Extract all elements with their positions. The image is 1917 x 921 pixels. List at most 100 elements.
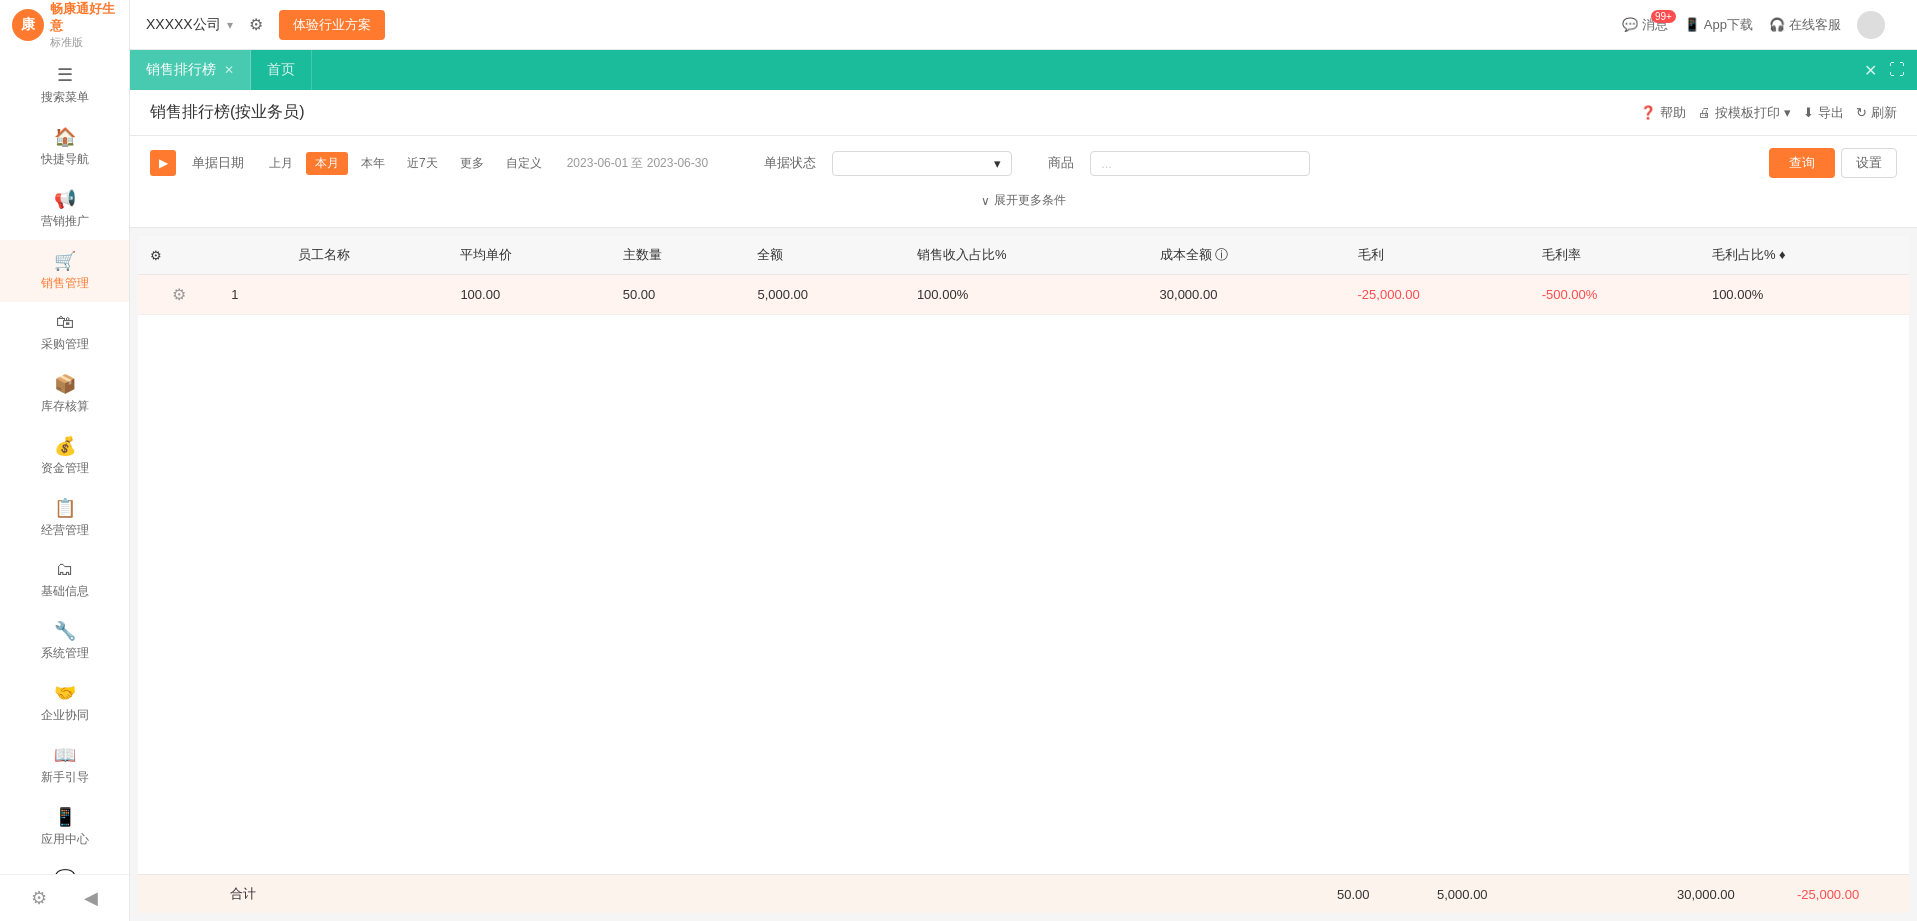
chevron-down-icon: ▾ bbox=[227, 18, 233, 32]
sidebar-item-enterprise[interactable]: 🤝 企业协同 bbox=[0, 672, 129, 734]
sidebar-icon-app-center: 📱 bbox=[54, 806, 76, 828]
print-icon: 🖨 bbox=[1698, 105, 1711, 120]
expand-more-button[interactable]: ∨ 展开更多条件 bbox=[975, 186, 1072, 215]
logo-icon: 康 bbox=[12, 9, 44, 41]
refresh-icon: ↻ bbox=[1856, 105, 1867, 120]
table-wrapper: ⚙员工名称平均单价主数量全额销售收入占比%成本全额 ⓘ毛利毛利率毛利占比% ♦⚙… bbox=[138, 236, 1909, 874]
template-print-button[interactable]: 🖨 按模板打印 ▾ bbox=[1698, 104, 1791, 122]
sidebar-item-basic-info[interactable]: 🗂基础信息 bbox=[0, 549, 129, 610]
sidebar-icon-basic-info: 🗂 bbox=[56, 559, 74, 580]
header: XXXXX公司 ▾ ⚙ 体验行业方案 💬 消息 99+ 📱 App下载 🎧 在线… bbox=[130, 0, 1917, 50]
status-chevron-icon: ▾ bbox=[994, 156, 1001, 171]
header-gear-icon[interactable]: ⚙ bbox=[245, 11, 267, 38]
goods-input[interactable]: ... bbox=[1090, 151, 1310, 176]
col-header-gross: 毛利 bbox=[1346, 236, 1530, 275]
date-tab-上月[interactable]: 上月 bbox=[260, 152, 302, 175]
app-download-button[interactable]: 📱 App下载 bbox=[1684, 16, 1753, 34]
row-settings-icon[interactable]: ⚙ bbox=[138, 275, 219, 315]
sidebar-item-marketing[interactable]: 📢营销推广 bbox=[0, 178, 129, 240]
sidebar-item-guide[interactable]: 📖 新手引导 bbox=[0, 734, 129, 796]
sidebar-item-system[interactable]: 🔧系统管理 bbox=[0, 610, 129, 672]
phone-icon: 📱 bbox=[1684, 17, 1700, 32]
export-icon: ⬇ bbox=[1803, 105, 1814, 120]
query-button[interactable]: 查询 bbox=[1769, 148, 1835, 178]
date-tab-本月[interactable]: 本月 bbox=[306, 152, 348, 175]
footer-label: 合计 bbox=[230, 885, 256, 903]
col-header-gross_rate: 毛利率 bbox=[1530, 236, 1700, 275]
help-button[interactable]: ❓ 帮助 bbox=[1640, 104, 1686, 122]
sidebar-menu: ☰搜索菜单🏠快捷导航📢营销推广🛒销售管理🛍采购管理📦库存核算💰资金管理📋经营管理… bbox=[0, 50, 129, 874]
online-service-button[interactable]: 🎧 在线客服 bbox=[1769, 16, 1841, 34]
filter-row-1: ▶ 单据日期 上月本月本年近7天更多自定义 2023-06-01 至 2023-… bbox=[150, 148, 1897, 178]
avatar[interactable] bbox=[1857, 11, 1885, 39]
sidebar-item-search-order[interactable]: ☰搜索菜单 bbox=[0, 54, 129, 116]
sidebar-item-quick-nav[interactable]: 🏠快捷导航 bbox=[0, 116, 129, 178]
export-button[interactable]: ⬇ 导出 bbox=[1803, 104, 1844, 122]
date-tab-自定义[interactable]: 自定义 bbox=[497, 152, 551, 175]
sidebar-icon-sales: 🛒 bbox=[54, 250, 76, 272]
headset-icon: 🎧 bbox=[1769, 17, 1785, 32]
filter-settings-button[interactable]: 设置 bbox=[1841, 148, 1897, 178]
col-header-sales_pct: 销售收入占比% bbox=[905, 236, 1148, 275]
col-header-amount: 全额 bbox=[745, 236, 904, 275]
sidebar-item-inventory[interactable]: 📦库存核算 bbox=[0, 363, 129, 425]
tab-close-sales-rank[interactable]: ✕ bbox=[224, 63, 234, 77]
logo: 康 畅康通好生意 标准版 bbox=[0, 0, 129, 50]
sidebar-icon-finance: 💰 bbox=[54, 435, 76, 457]
sidebar-icon-search-order: ☰ bbox=[57, 64, 73, 86]
page-title: 销售排行榜(按业务员) bbox=[150, 102, 305, 123]
sidebar-item-operations[interactable]: 📋经营管理 bbox=[0, 487, 129, 549]
status-label: 单据状态 bbox=[764, 154, 816, 172]
sidebar-item-purchase[interactable]: 🛍采购管理 bbox=[0, 302, 129, 363]
company-selector[interactable]: XXXXX公司 ▾ bbox=[146, 16, 233, 34]
message-button[interactable]: 💬 消息 99+ bbox=[1622, 16, 1668, 34]
date-tabs: 上月本月本年近7天更多自定义 bbox=[260, 152, 551, 175]
col-header-gross_pct: 毛利占比% ♦ bbox=[1700, 236, 1909, 275]
refresh-button[interactable]: ↻ 刷新 bbox=[1856, 104, 1897, 122]
sidebar-label-guide: 新手引导 bbox=[41, 769, 89, 786]
maximize-icon[interactable]: ⛶ bbox=[1889, 61, 1905, 79]
col-header-rank bbox=[219, 236, 286, 275]
sidebar-item-finance[interactable]: 💰资金管理 bbox=[0, 425, 129, 487]
sidebar: 康 畅康通好生意 标准版 ☰搜索菜单🏠快捷导航📢营销推广🛒销售管理🛍采购管理📦库… bbox=[0, 0, 130, 921]
date-tab-近7天[interactable]: 近7天 bbox=[398, 152, 447, 175]
row-gross-pct: 100.00% bbox=[1700, 275, 1909, 315]
sidebar-icon-quick-nav: 🏠 bbox=[54, 126, 76, 148]
sidebar-icon-operations: 📋 bbox=[54, 497, 76, 519]
content: 销售排行榜(按业务员) ❓ 帮助 🖨 按模板打印 ▾ ⬇ 导出 bbox=[130, 90, 1917, 921]
goods-label: 商品 bbox=[1048, 154, 1074, 172]
header-right: 💬 消息 99+ 📱 App下载 🎧 在线客服 bbox=[1622, 11, 1901, 39]
row-cost-amount: 30,000.00 bbox=[1148, 275, 1346, 315]
sidebar-item-app-center[interactable]: 📱应用中心 bbox=[0, 796, 129, 858]
row-main-qty: 50.00 bbox=[611, 275, 746, 315]
tab-home[interactable]: 首页 bbox=[251, 50, 312, 90]
status-select[interactable]: ▾ bbox=[832, 151, 1012, 176]
sidebar-settings-icon[interactable]: ⚙ bbox=[31, 887, 47, 909]
sidebar-icon-marketing: 📢 bbox=[54, 188, 76, 210]
sidebar-bottom: ⚙ ◀ bbox=[0, 874, 129, 921]
footer-cost-amount: 30,000.00 bbox=[1677, 887, 1777, 902]
col-header-main_qty: 主数量 bbox=[611, 236, 746, 275]
date-tab-本年[interactable]: 本年 bbox=[352, 152, 394, 175]
sidebar-collapse-icon[interactable]: ◀ bbox=[84, 887, 98, 909]
col-header-settings: ⚙ bbox=[138, 236, 219, 275]
filter-toggle-btn[interactable]: ▶ bbox=[150, 150, 176, 176]
close-tab-icon[interactable]: ✕ bbox=[1864, 61, 1877, 80]
table-area: ⚙员工名称平均单价主数量全额销售收入占比%成本全额 ⓘ毛利毛利率毛利占比% ♦⚙… bbox=[138, 236, 1909, 913]
data-table: ⚙员工名称平均单价主数量全额销售收入占比%成本全额 ⓘ毛利毛利率毛利占比% ♦⚙… bbox=[138, 236, 1909, 315]
sidebar-item-sales[interactable]: 🛒销售管理 bbox=[0, 240, 129, 302]
tabbar: 销售排行榜 ✕ 首页 ✕ ⛶ bbox=[130, 50, 1917, 90]
table-footer: 合计 50.00 5,000.00 30,000.00 -25,000.00 bbox=[138, 874, 1909, 913]
sidebar-icon-enterprise: 🤝 bbox=[54, 682, 76, 704]
sidebar-icon-guide: 📖 bbox=[54, 744, 76, 766]
message-icon: 💬 bbox=[1622, 17, 1638, 32]
trial-button[interactable]: 体验行业方案 bbox=[279, 10, 385, 40]
sidebar-icon-purchase: 🛍 bbox=[56, 312, 74, 333]
tab-sales-rank[interactable]: 销售排行榜 ✕ bbox=[130, 50, 251, 90]
sidebar-item-wechat[interactable]: 💬企业微信 bbox=[0, 858, 129, 874]
sidebar-label-enterprise: 企业协同 bbox=[41, 707, 89, 724]
sidebar-icon-system: 🔧 bbox=[54, 620, 76, 642]
date-tab-更多[interactable]: 更多 bbox=[451, 152, 493, 175]
tab-label-sales-rank: 销售排行榜 bbox=[146, 61, 216, 79]
help-icon: ❓ bbox=[1640, 105, 1656, 120]
